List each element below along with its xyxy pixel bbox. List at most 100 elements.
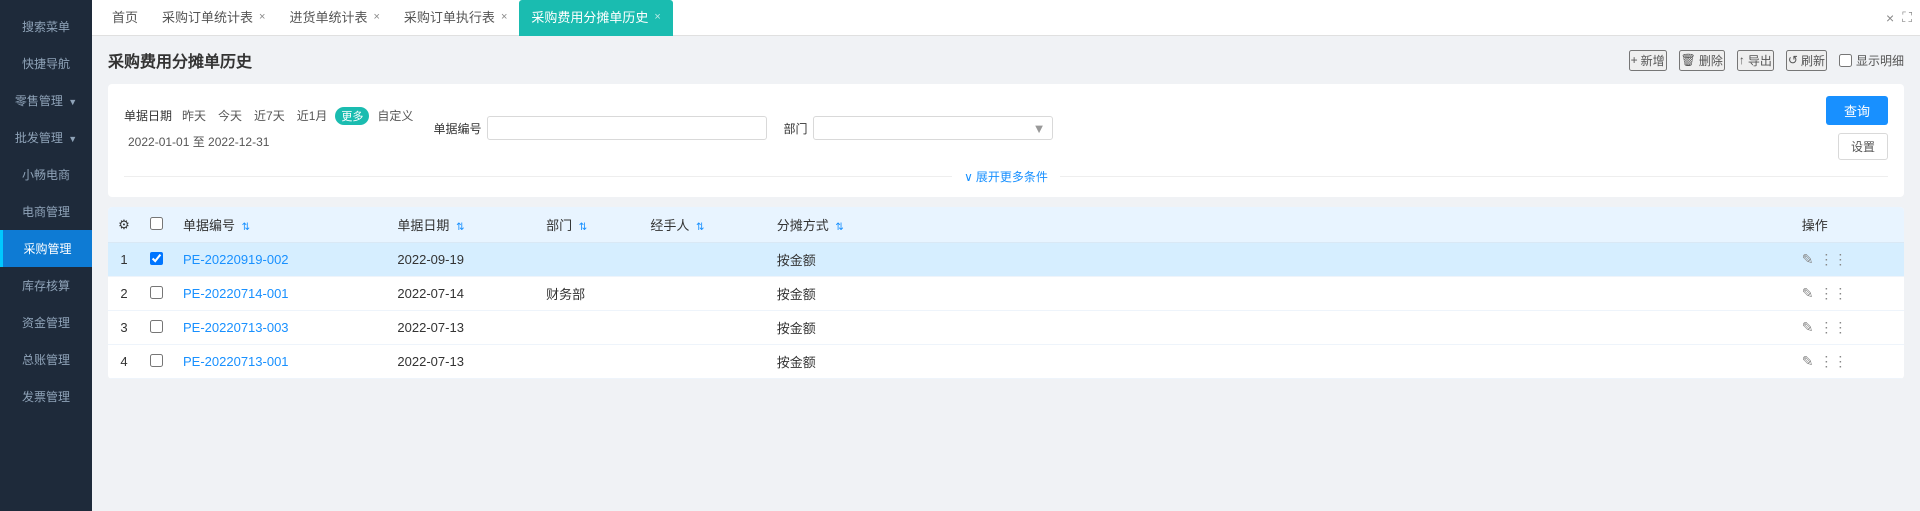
row-checkbox-cell	[140, 345, 173, 379]
select-all-checkbox[interactable]	[150, 217, 163, 230]
show-columns-checkbox[interactable]	[1839, 54, 1852, 67]
close-window-icon[interactable]: ×	[1886, 10, 1894, 26]
show-columns-toggle[interactable]: 显示明细	[1839, 52, 1904, 69]
sidebar-item-finance[interactable]: 资金管理	[0, 304, 92, 341]
row-doc-date: 2022-07-13	[387, 345, 536, 379]
doc-no-link[interactable]: PE-20220713-001	[183, 354, 289, 369]
sidebar-item-label: 电商管理	[4, 203, 88, 220]
tab-inbound-stats[interactable]: 进货单统计表 ×	[277, 0, 391, 36]
week-btn[interactable]: 近7天	[250, 106, 289, 125]
action-icons: ✎ ⋮⋮	[1802, 319, 1894, 336]
row-handler	[640, 277, 766, 311]
settings-col-icon[interactable]: ⚙	[118, 217, 130, 232]
row-checkbox[interactable]	[150, 354, 163, 367]
row-doc-no: PE-20220713-003	[173, 311, 387, 345]
today-btn[interactable]: 今天	[214, 106, 246, 125]
tab-purchase-order-stats[interactable]: 采购订单统计表 ×	[150, 0, 277, 36]
doc-no-link[interactable]: PE-20220714-001	[183, 286, 289, 301]
row-actions: ✎ ⋮⋮	[1792, 277, 1904, 311]
dept-input[interactable]	[813, 116, 1053, 140]
sidebar-item-search[interactable]: 搜索菜单	[0, 8, 92, 45]
row-checkbox[interactable]	[150, 252, 163, 265]
action-icons: ✎ ⋮⋮	[1802, 251, 1894, 268]
sidebar-item-quicknav[interactable]: 快捷导航	[0, 45, 92, 82]
sidebar-item-wholesale[interactable]: 批发管理 ▼	[0, 119, 92, 156]
more-icon[interactable]: ⋮⋮	[1819, 353, 1847, 370]
tab-close-icon[interactable]: ×	[259, 11, 265, 23]
sidebar-item-ecommerce[interactable]: 电商管理	[0, 193, 92, 230]
data-table: ⚙ 单据编号 ⇅ 单据日期 ⇅	[108, 207, 1904, 379]
sidebar-item-ecommerce-small[interactable]: 小畅电商	[0, 156, 92, 193]
sidebar-item-ledger[interactable]: 总账管理	[0, 341, 92, 378]
main-content: 首页 采购订单统计表 × 进货单统计表 × 采购订单执行表 × 采购费用分摊单历…	[92, 0, 1920, 511]
col-doc-date[interactable]: 单据日期 ⇅	[387, 207, 536, 243]
maximize-window-icon[interactable]: ⛶	[1902, 9, 1912, 26]
row-handler	[640, 243, 766, 277]
edit-icon[interactable]: ✎	[1802, 353, 1814, 370]
row-checkbox[interactable]	[150, 286, 163, 299]
sidebar-item-invoice[interactable]: 发票管理	[0, 378, 92, 415]
edit-icon[interactable]: ✎	[1802, 251, 1814, 268]
col-doc-no[interactable]: 单据编号 ⇅	[173, 207, 387, 243]
sidebar-item-purchase[interactable]: 采购管理	[0, 230, 92, 267]
table-header: ⚙ 单据编号 ⇅ 单据日期 ⇅	[108, 207, 1904, 243]
row-dept	[536, 345, 640, 379]
add-button[interactable]: + 新增	[1629, 50, 1667, 71]
more-icon[interactable]: ⋮⋮	[1819, 251, 1847, 268]
tab-close-icon[interactable]: ×	[654, 11, 660, 23]
row-alloc-method: 按金额	[767, 311, 1792, 345]
doc-no-input[interactable]	[487, 116, 767, 140]
sidebar-item-inventory[interactable]: 库存核算	[0, 267, 92, 304]
col-handler-label: 经手人	[650, 218, 689, 233]
row-checkbox[interactable]	[150, 320, 163, 333]
tab-purchase-order-exec[interactable]: 采购订单执行表 ×	[392, 0, 519, 36]
export-button[interactable]: ↑ 导出	[1737, 50, 1774, 71]
sidebar-item-label: 库存核算	[4, 277, 88, 294]
col-dept[interactable]: 部门 ⇅	[536, 207, 640, 243]
add-icon: +	[1631, 53, 1638, 67]
page-header: 采购费用分摊单历史 + 新增 🗑 删除 ↑ 导出 ↺ 刷新	[108, 48, 1904, 72]
sort-icon: ⇅	[579, 222, 587, 233]
custom-btn[interactable]: 自定义	[373, 106, 417, 125]
sidebar-item-retail[interactable]: 零售管理 ▼	[0, 82, 92, 119]
more-icon[interactable]: ⋮⋮	[1819, 319, 1847, 336]
delete-button[interactable]: 🗑 删除	[1679, 50, 1725, 71]
refresh-button[interactable]: ↺ 刷新	[1786, 50, 1827, 71]
month-btn[interactable]: 近1月	[293, 106, 332, 125]
tab-close-icon[interactable]: ×	[373, 11, 379, 23]
edit-icon[interactable]: ✎	[1802, 285, 1814, 302]
settings-col-header[interactable]: ⚙	[108, 207, 140, 243]
row-doc-date: 2022-09-19	[387, 243, 536, 277]
col-alloc-method[interactable]: 分摊方式 ⇅	[767, 207, 1792, 243]
query-button[interactable]: 查询	[1826, 96, 1888, 125]
more-icon[interactable]: ⋮⋮	[1819, 285, 1847, 302]
tab-close-icon[interactable]: ×	[501, 11, 507, 23]
edit-icon[interactable]: ✎	[1802, 319, 1814, 336]
tab-label: 采购订单执行表	[404, 7, 495, 26]
table-row: 3 PE-20220713-003 2022-07-13 按金额	[108, 311, 1904, 345]
row-handler	[640, 345, 766, 379]
tab-purchase-cost-history[interactable]: 采购费用分摊单历史 ×	[519, 0, 672, 36]
tab-home[interactable]: 首页	[100, 0, 150, 36]
col-alloc-label: 分摊方式	[777, 218, 829, 233]
page-title: 采购费用分摊单历史	[108, 48, 252, 72]
col-handler[interactable]: 经手人 ⇅	[640, 207, 766, 243]
tab-home-label: 首页	[112, 7, 138, 26]
sidebar-item-label: 总账管理	[4, 351, 88, 368]
more-btn[interactable]: 更多	[335, 107, 369, 125]
sidebar-item-label: 发票管理	[4, 388, 88, 405]
filter-settings-button[interactable]: 设置	[1838, 133, 1888, 160]
expand-button[interactable]: ∨ 展开更多条件	[964, 168, 1048, 185]
yesterday-btn[interactable]: 昨天	[178, 106, 210, 125]
chevron-down-icon: ▼	[68, 134, 77, 144]
row-checkbox-cell	[140, 243, 173, 277]
row-doc-date: 2022-07-13	[387, 311, 536, 345]
doc-no-link[interactable]: PE-20220713-003	[183, 320, 289, 335]
table-row: 4 PE-20220713-001 2022-07-13 按金额	[108, 345, 1904, 379]
date-label: 单据日期	[124, 107, 172, 124]
doc-no-link[interactable]: PE-20220919-002	[183, 252, 289, 267]
row-checkbox-cell	[140, 277, 173, 311]
dept-select-wrapper: ▼	[813, 116, 1053, 140]
expand-row: ∨ 展开更多条件	[124, 168, 1888, 185]
sort-icon: ⇅	[696, 222, 704, 233]
